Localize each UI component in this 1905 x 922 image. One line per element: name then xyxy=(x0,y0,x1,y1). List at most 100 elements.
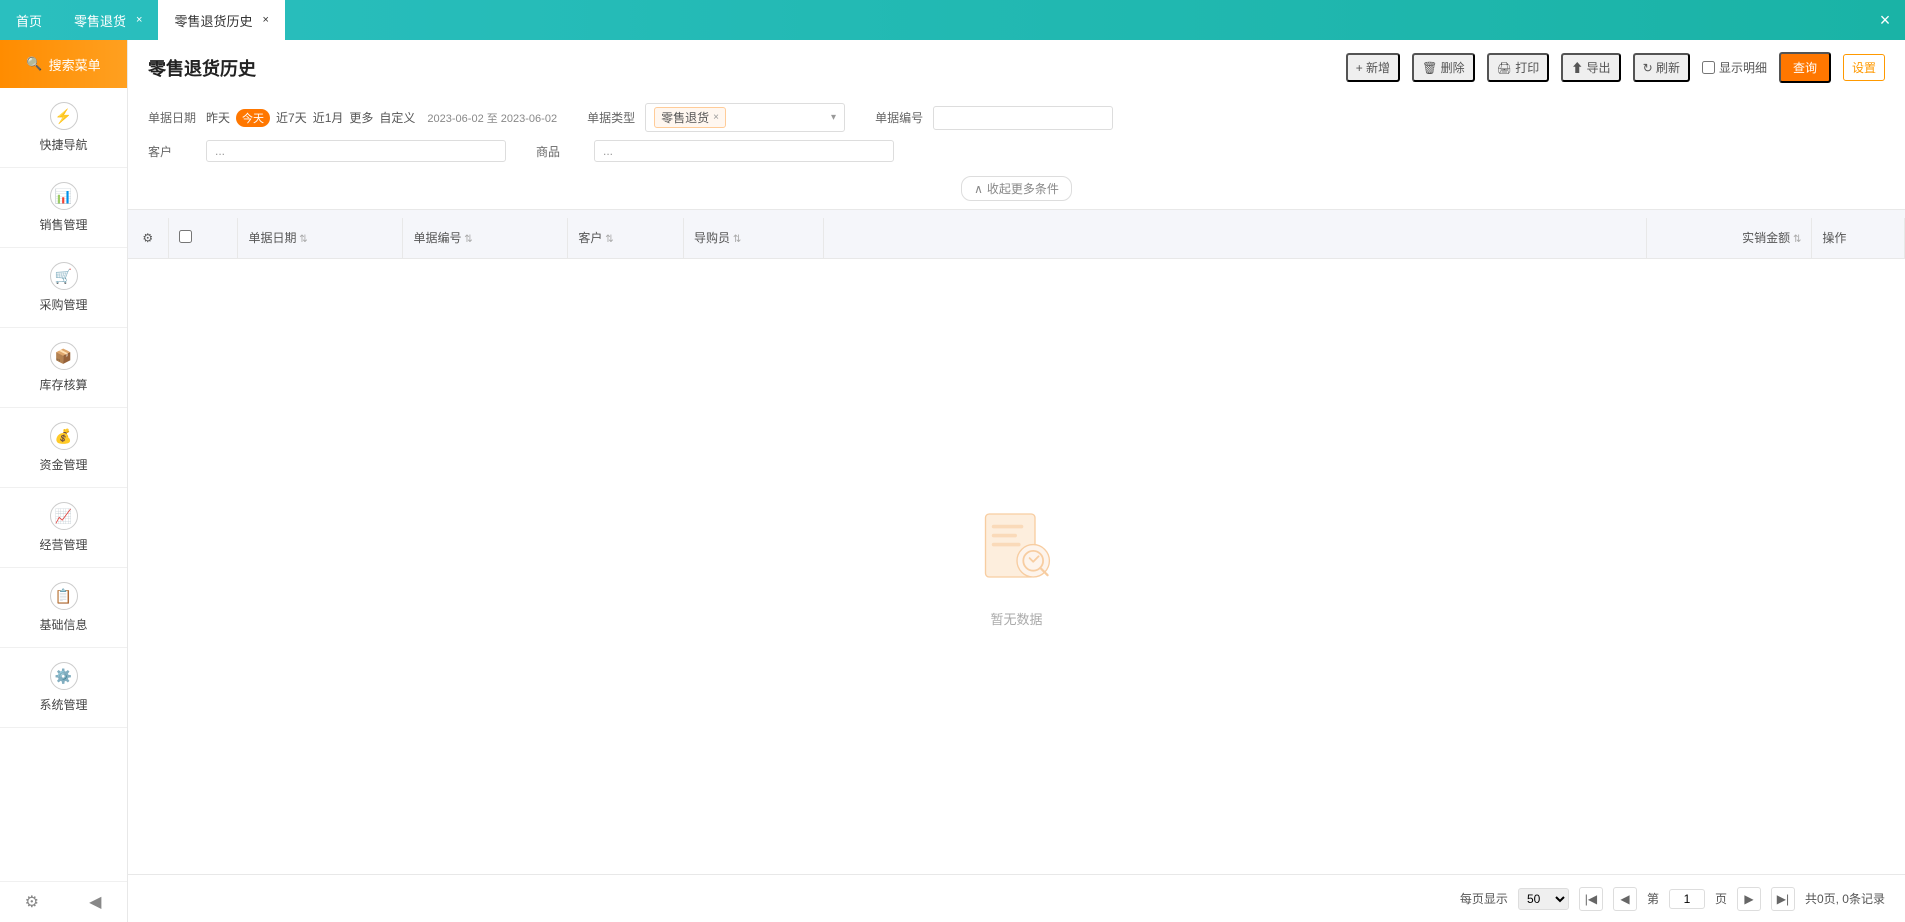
date-shortcuts: 昨天 今天 近7天 近1月 更多 自定义 xyxy=(206,109,415,127)
basic-info-icon: 📋 xyxy=(50,582,78,610)
window-close-button[interactable]: × xyxy=(1865,0,1905,40)
toolbar: + 新增 🗑 删除 🖨 打印 ⬆ 导出 ↻ 刷新 显示明细 查询 设置 xyxy=(1346,52,1885,83)
empty-state: 暂无数据 xyxy=(128,259,1905,875)
first-page-button[interactable]: |◀ xyxy=(1579,887,1603,911)
empty-text: 暂无数据 xyxy=(990,609,1042,628)
sidebar-item-finance[interactable]: 💰资金管理 xyxy=(0,408,127,488)
inventory-icon: 📦 xyxy=(50,342,78,370)
page-label: 第 xyxy=(1647,890,1659,907)
bill-no-filter: 单据编号 xyxy=(875,106,1113,130)
pagination-bar: 每页显示 50 10 20 100 |◀ ◀ 第 页 ▶ ▶| 共0页, 0条记… xyxy=(128,874,1905,922)
sidebar-item-label-quick-nav: 快捷导航 xyxy=(39,136,87,153)
table-bill-no-header[interactable]: 单据编号 xyxy=(403,218,568,258)
sidebar-item-label-finance: 资金管理 xyxy=(39,456,87,473)
today-link[interactable]: 今天 xyxy=(236,109,270,127)
tab-close-retail-return-history[interactable]: × xyxy=(262,14,268,26)
main-layout: 🔍 搜索菜单 ⚡ 快捷导航 📊销售管理 🛒 采购管理 📦 库存核算 💰资金管理📈经营管理 📋 基础… xyxy=(0,40,1905,922)
table-spacer-header xyxy=(824,218,1647,258)
sidebar-item-basic-info[interactable]: 📋 基础信息 xyxy=(0,568,127,648)
delete-button[interactable]: 🗑 删除 xyxy=(1412,53,1475,82)
table-customer-header[interactable]: 客户 xyxy=(568,218,684,258)
goods-input[interactable]: ... xyxy=(594,140,894,162)
next-page-button[interactable]: ▶ xyxy=(1737,887,1761,911)
bill-type-tag-close[interactable]: × xyxy=(713,112,719,123)
filter-area: 单据日期 昨天 今天 近7天 近1月 更多 自定义 2023-06-02 至 2… xyxy=(148,93,1885,209)
bill-type-tag: 零售退货 × xyxy=(654,107,726,128)
collapse-label: 收起更多条件 xyxy=(987,180,1059,197)
print-button[interactable]: 🖨 打印 xyxy=(1487,53,1550,82)
bill-no-input[interactable] xyxy=(933,106,1113,130)
table-bill-date-header[interactable]: 单据日期 xyxy=(238,218,403,258)
page-unit: 页 xyxy=(1715,890,1727,907)
query-button[interactable]: 查询 xyxy=(1779,52,1831,83)
export-button[interactable]: ⬆ 导出 xyxy=(1561,53,1620,82)
custom-link[interactable]: 自定义 xyxy=(379,109,415,126)
customer-input[interactable]: ... xyxy=(206,140,506,162)
empty-icon xyxy=(972,505,1062,595)
sidebar-settings-button[interactable]: ⚙ xyxy=(0,882,64,922)
tab-home[interactable]: 首页 xyxy=(0,0,58,40)
select-all-checkbox[interactable] xyxy=(179,230,192,243)
table-guide-header[interactable]: 导购员 xyxy=(684,218,824,258)
system-icon: ⚙️ xyxy=(50,662,78,690)
purchase-icon: 🛒 xyxy=(50,262,78,290)
search-icon: 🔍 xyxy=(26,56,42,72)
sidebar-item-inventory[interactable]: 📦 库存核算 xyxy=(0,328,127,408)
settings-button[interactable]: 设置 xyxy=(1843,54,1885,81)
sidebar-item-system[interactable]: ⚙️系统管理 xyxy=(0,648,127,728)
yesterday-link[interactable]: 昨天 xyxy=(206,109,230,126)
sidebar-item-label-sales: 销售管理 xyxy=(39,216,87,233)
bill-type-arrow: ▾ xyxy=(831,112,836,123)
tab-list: 首页零售退货×零售退货历史× xyxy=(0,0,1865,40)
page-header: 零售退货历史 + 新增 🗑 删除 🖨 打印 ⬆ 导出 ↻ 刷新 显示明细 查询 … xyxy=(128,40,1905,210)
tab-retail-return-history[interactable]: 零售退货历史× xyxy=(158,0,284,40)
prev-page-button[interactable]: ◀ xyxy=(1613,887,1637,911)
bill-type-tag-value: 零售退货 xyxy=(661,109,709,126)
operations-icon: 📈 xyxy=(50,502,78,530)
table-actual-amount-header[interactable]: 实销金额 xyxy=(1647,218,1812,258)
customer-label: 客户 xyxy=(148,143,198,160)
last7-link[interactable]: 近7天 xyxy=(276,109,307,126)
per-page-select[interactable]: 50 10 20 100 xyxy=(1518,888,1569,910)
sidebar-search-label: 搜索菜单 xyxy=(49,55,101,74)
collapse-icon: ∧ xyxy=(974,182,983,196)
customer-filter: 客户 ... xyxy=(148,140,506,162)
sidebar-item-quick-nav[interactable]: ⚡ 快捷导航 xyxy=(0,88,127,168)
show-detail-label: 显示明细 xyxy=(1719,59,1767,76)
per-page-label: 每页显示 xyxy=(1460,890,1508,907)
table-checkbox-column[interactable] xyxy=(168,218,238,258)
last-page-button[interactable]: ▶| xyxy=(1771,887,1795,911)
add-button[interactable]: + 新增 xyxy=(1346,53,1400,82)
sidebar-item-label-purchase: 采购管理 xyxy=(39,296,87,313)
sidebar-item-label-inventory: 库存核算 xyxy=(39,376,87,393)
last1m-link[interactable]: 近1月 xyxy=(313,109,344,126)
content-area: 零售退货历史 + 新增 🗑 删除 🖨 打印 ⬆ 导出 ↻ 刷新 显示明细 查询 … xyxy=(128,40,1905,922)
collapse-button[interactable]: ∧ 收起更多条件 xyxy=(961,176,1072,201)
tab-retail-return[interactable]: 零售退货× xyxy=(58,0,158,40)
data-table: ⚙ 单据日期 单据编号 客户 导购员 实销金额 操作 xyxy=(128,218,1905,259)
table-action-header: 操作 xyxy=(1812,218,1905,258)
page-title: 零售退货历史 xyxy=(148,55,256,81)
sidebar-item-sales[interactable]: 📊销售管理 xyxy=(0,168,127,248)
goods-filter: 商品 ... xyxy=(536,140,894,162)
bill-type-select[interactable]: 零售退货 × ▾ xyxy=(645,103,845,132)
refresh-button[interactable]: ↻ 刷新 xyxy=(1633,53,1690,82)
tab-close-retail-return[interactable]: × xyxy=(136,14,142,26)
sidebar-bottom: ⚙ ◀ xyxy=(0,881,127,922)
more-link[interactable]: 更多 xyxy=(349,109,373,126)
table-settings-column[interactable]: ⚙ xyxy=(128,218,168,258)
show-detail-input[interactable] xyxy=(1702,61,1715,74)
top-bar: 首页零售退货×零售退货历史× × xyxy=(0,0,1905,40)
bill-type-label: 单据类型 xyxy=(587,109,637,126)
bill-no-label: 单据编号 xyxy=(875,109,925,126)
page-number-input[interactable] xyxy=(1669,889,1705,909)
sidebar-collapse-button[interactable]: ◀ xyxy=(64,882,128,922)
table-wrapper: ⚙ 单据日期 单据编号 客户 导购员 实销金额 操作 xyxy=(128,218,1905,874)
show-detail-checkbox[interactable]: 显示明细 xyxy=(1702,59,1767,76)
quick-nav-icon: ⚡ xyxy=(50,102,78,130)
sidebar-search-button[interactable]: 🔍 搜索菜单 xyxy=(0,40,127,88)
sidebar-item-operations[interactable]: 📈经营管理 xyxy=(0,488,127,568)
bill-type-filter: 单据类型 零售退货 × ▾ xyxy=(587,103,845,132)
sidebar-item-purchase[interactable]: 🛒 采购管理 xyxy=(0,248,127,328)
sidebar-item-label-basic-info: 基础信息 xyxy=(39,616,87,633)
